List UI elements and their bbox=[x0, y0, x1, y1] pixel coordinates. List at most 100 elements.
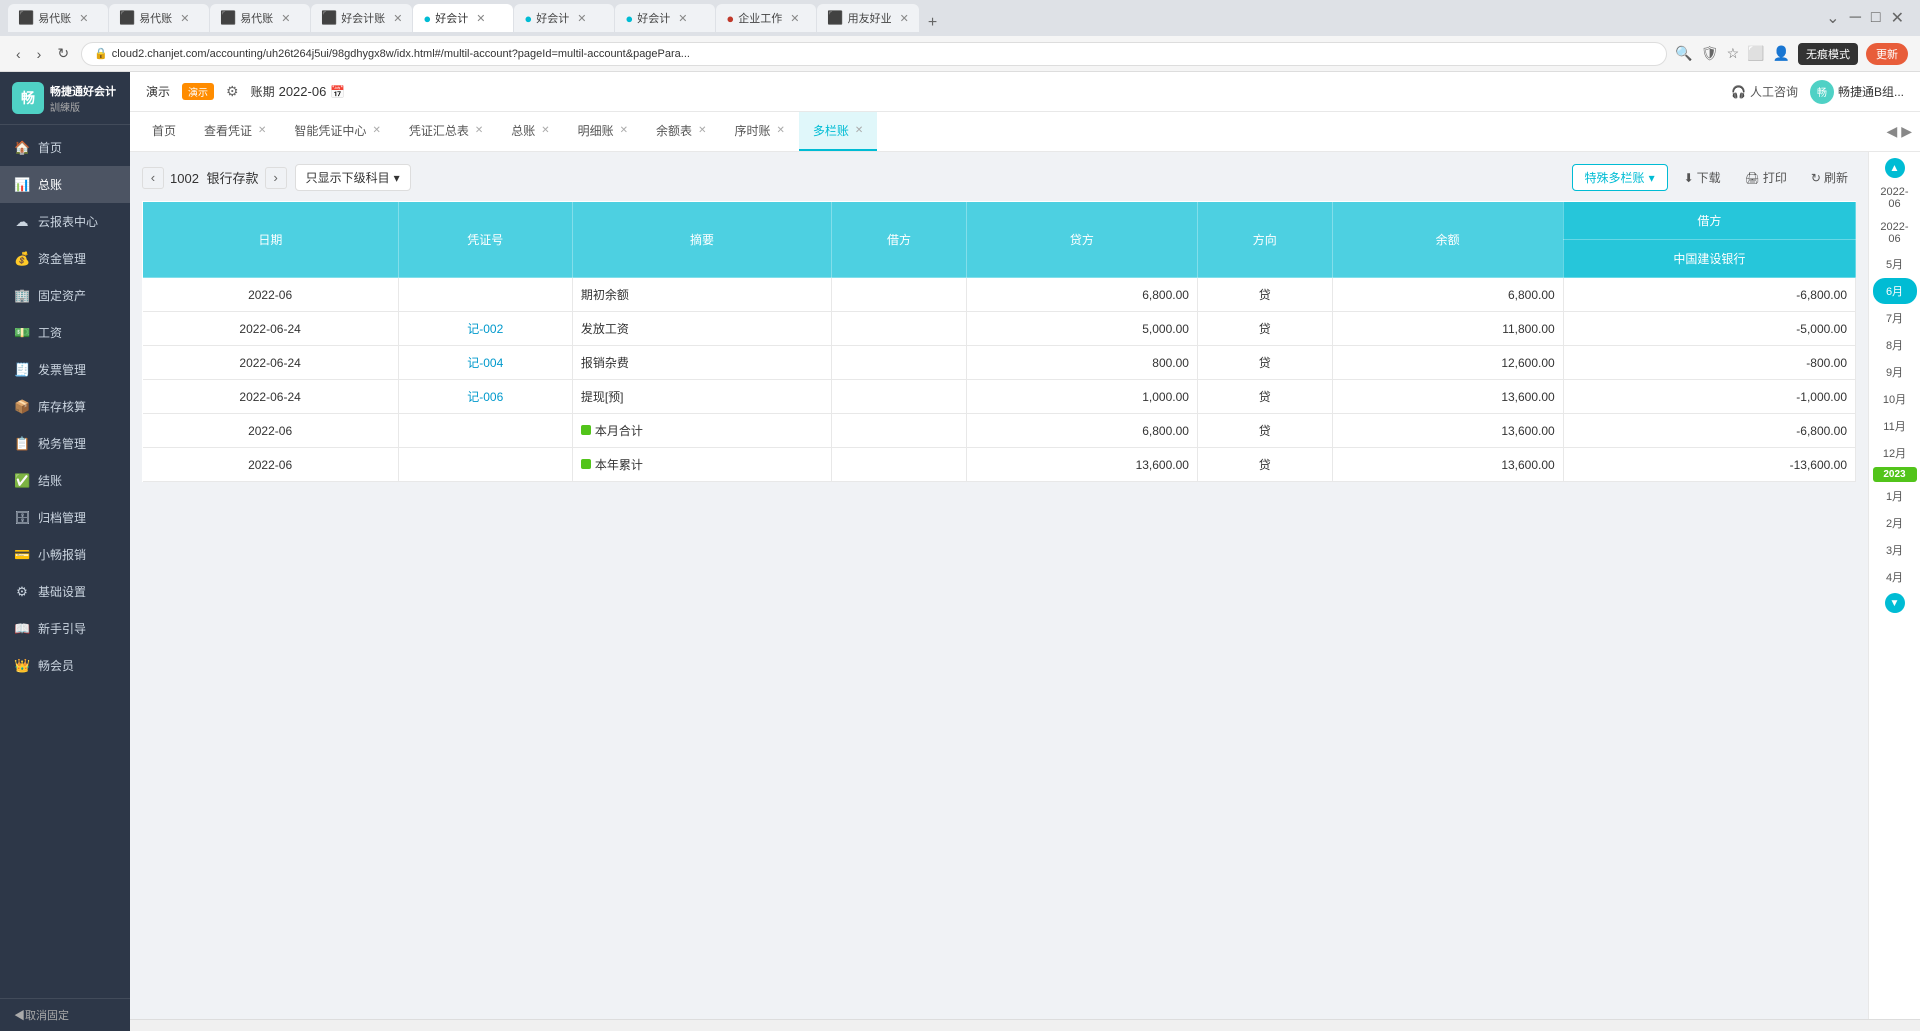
sidebar-item-expense[interactable]: 💳 小畅报销 bbox=[0, 536, 130, 573]
tab-close-5[interactable]: ✕ bbox=[476, 12, 485, 25]
sidebar-item-guide[interactable]: 📖 新手引导 bbox=[0, 610, 130, 647]
tab-list-btn[interactable]: ⌄ bbox=[1826, 8, 1839, 28]
browser-tab-7[interactable]: ● 好会计 ✕ bbox=[615, 4, 715, 32]
browser-tab-3[interactable]: ⬛ 易代账 ✕ bbox=[210, 4, 310, 32]
month-scroll-up[interactable]: ▲ bbox=[1885, 158, 1905, 178]
sidebar-item-archive[interactable]: 🗄 归档管理 bbox=[0, 499, 130, 536]
cell-voucher[interactable]: 记-006 bbox=[398, 380, 572, 414]
month-item[interactable]: 3月 bbox=[1873, 537, 1917, 563]
horizontal-scrollbar[interactable] bbox=[130, 1019, 1920, 1031]
tab-voucher-view[interactable]: 查看凭证 ✕ bbox=[190, 112, 280, 151]
sidebar-item-salary[interactable]: 💵 工资 bbox=[0, 314, 130, 351]
reload-button[interactable]: ↻ bbox=[53, 43, 73, 64]
tab-smart-voucher[interactable]: 智能凭证中心 ✕ bbox=[280, 112, 394, 151]
expand-icon[interactable]: ▶ bbox=[1901, 123, 1912, 140]
service-button[interactable]: 🎧 人工咨询 bbox=[1731, 83, 1798, 100]
tab-sequence-ledger[interactable]: 序时账 ✕ bbox=[720, 112, 798, 151]
tab-close-smart-voucher[interactable]: ✕ bbox=[372, 125, 380, 136]
tab-close-7[interactable]: ✕ bbox=[678, 12, 687, 25]
browser-tab-5[interactable]: ● 好会计 ✕ bbox=[413, 4, 513, 32]
month-item[interactable]: 5月 bbox=[1873, 251, 1917, 277]
star-icon[interactable]: ☆ bbox=[1727, 45, 1740, 62]
tab-close-multi-ledger[interactable]: ✕ bbox=[855, 125, 863, 136]
browser-tab-2[interactable]: ⬛ 易代账 ✕ bbox=[109, 4, 209, 32]
next-account-button[interactable]: › bbox=[265, 167, 287, 189]
tab-close-detail-ledger[interactable]: ✕ bbox=[620, 125, 628, 136]
cell-voucher[interactable]: 记-004 bbox=[398, 346, 572, 380]
incognito-button[interactable]: 无痕模式 bbox=[1798, 43, 1858, 65]
tab-close-1[interactable]: ✕ bbox=[79, 12, 88, 25]
tab-close-6[interactable]: ✕ bbox=[577, 12, 586, 25]
refresh-button[interactable]: ↻ 刷新 bbox=[1803, 165, 1856, 190]
back-button[interactable]: ‹ bbox=[12, 44, 25, 64]
tab-close-8[interactable]: ✕ bbox=[790, 12, 799, 25]
tab-close-voucher-summary[interactable]: ✕ bbox=[475, 125, 483, 136]
search-icon[interactable]: 🔍 bbox=[1675, 45, 1692, 62]
tab-multi-ledger[interactable]: 多栏账 ✕ bbox=[799, 112, 877, 151]
month-item[interactable]: 8月 bbox=[1873, 332, 1917, 358]
month-scroll-down[interactable]: ▼ bbox=[1885, 593, 1905, 613]
filter-subcategory-button[interactable]: 只显示下级科目 ▾ bbox=[295, 164, 411, 191]
sidebar-item-settlement[interactable]: ✅ 结账 bbox=[0, 462, 130, 499]
tab-close-sequence-ledger[interactable]: ✕ bbox=[776, 125, 784, 136]
forward-button[interactable]: › bbox=[33, 44, 46, 64]
month-item[interactable]: 4月 bbox=[1873, 564, 1917, 590]
browser-tab-8[interactable]: ● 企业工作 ✕ bbox=[716, 4, 816, 32]
month-item[interactable]: 2月 bbox=[1873, 510, 1917, 536]
update-button[interactable]: 更新 bbox=[1866, 43, 1908, 65]
sidebar-item-fixed-assets[interactable]: 🏢 固定资产 bbox=[0, 277, 130, 314]
voucher-link[interactable]: 记-006 bbox=[467, 390, 503, 404]
voucher-link[interactable]: 记-002 bbox=[467, 322, 503, 336]
close-btn[interactable]: ✕ bbox=[1891, 8, 1904, 28]
month-item[interactable]: 9月 bbox=[1873, 359, 1917, 385]
tab-close-2[interactable]: ✕ bbox=[180, 12, 189, 25]
prev-account-button[interactable]: ‹ bbox=[142, 167, 164, 189]
month-item[interactable]: 11月 bbox=[1873, 413, 1917, 439]
browser-tab-6[interactable]: ● 好会计 ✕ bbox=[514, 4, 614, 32]
pin-sidebar-button[interactable]: ◀取消固定 bbox=[14, 1007, 116, 1023]
extension-icon[interactable]: ⬜ bbox=[1747, 45, 1764, 62]
sidebar-item-general-ledger[interactable]: 📊 总账 bbox=[0, 166, 130, 203]
download-button[interactable]: ⬇ 下载 bbox=[1676, 165, 1729, 190]
tab-home[interactable]: 首页 bbox=[138, 112, 190, 151]
sidebar-item-tax[interactable]: 📋 税务管理 bbox=[0, 425, 130, 462]
special-ledger-button[interactable]: 特殊多栏账 ▾ bbox=[1572, 164, 1668, 191]
tab-close-4[interactable]: ✕ bbox=[393, 12, 402, 25]
month-panel-date[interactable]: 2022-06 bbox=[1873, 181, 1917, 215]
sidebar-item-cloud-report[interactable]: ☁ 云报表中心 bbox=[0, 203, 130, 240]
print-button[interactable]: 🖨 打印 bbox=[1737, 165, 1795, 190]
calendar-icon[interactable]: 📅 bbox=[330, 85, 345, 99]
month-item[interactable]: 10月 bbox=[1873, 386, 1917, 412]
sidebar-item-home[interactable]: 🏠 首页 bbox=[0, 129, 130, 166]
month-item[interactable]: 7月 bbox=[1873, 305, 1917, 331]
restore-btn[interactable]: □ bbox=[1871, 9, 1881, 27]
tab-close-balance-table[interactable]: ✕ bbox=[698, 125, 706, 136]
month-panel-date[interactable]: 2022-06 bbox=[1873, 216, 1917, 250]
month-item[interactable]: 1月 bbox=[1873, 483, 1917, 509]
tab-detail-ledger[interactable]: 明细账 ✕ bbox=[564, 112, 642, 151]
tab-balance-table[interactable]: 余额表 ✕ bbox=[642, 112, 720, 151]
user-profile-icon[interactable]: 👤 bbox=[1773, 45, 1790, 62]
browser-tab-4[interactable]: ⬛ 好会计账 ✕ bbox=[311, 4, 412, 32]
cell-voucher[interactable]: 记-002 bbox=[398, 312, 572, 346]
month-item[interactable]: 6月 bbox=[1873, 278, 1917, 304]
voucher-link[interactable]: 记-004 bbox=[467, 356, 503, 370]
tab-close-3[interactable]: ✕ bbox=[281, 12, 290, 25]
shield-icon[interactable]: 🛡 bbox=[1701, 45, 1719, 62]
settings-icon[interactable]: ⚙ bbox=[226, 83, 239, 100]
new-tab-button[interactable]: + bbox=[920, 14, 945, 32]
sidebar-item-settings[interactable]: ⚙ 基础设置 bbox=[0, 573, 130, 610]
tab-voucher-summary[interactable]: 凭证汇总表 ✕ bbox=[395, 112, 497, 151]
minimize-btn[interactable]: ─ bbox=[1850, 9, 1861, 27]
tab-close-general-ledger[interactable]: ✕ bbox=[541, 125, 549, 136]
sidebar-item-invoice[interactable]: 🧾 发票管理 bbox=[0, 351, 130, 388]
collapse-icon[interactable]: ◀ bbox=[1886, 123, 1897, 140]
url-input[interactable]: 🔒 cloud2.chanjet.com/accounting/uh26t264… bbox=[81, 42, 1667, 66]
tab-general-ledger[interactable]: 总账 ✕ bbox=[497, 112, 563, 151]
month-item[interactable]: 12月 bbox=[1873, 440, 1917, 466]
tab-close-voucher-view[interactable]: ✕ bbox=[258, 125, 266, 136]
browser-tab-9[interactable]: ⬛ 用友好业 ✕ bbox=[817, 4, 918, 32]
sidebar-item-inventory[interactable]: 📦 库存核算 bbox=[0, 388, 130, 425]
sidebar-item-fund[interactable]: 💰 资金管理 bbox=[0, 240, 130, 277]
tab-close-9[interactable]: ✕ bbox=[900, 12, 909, 25]
